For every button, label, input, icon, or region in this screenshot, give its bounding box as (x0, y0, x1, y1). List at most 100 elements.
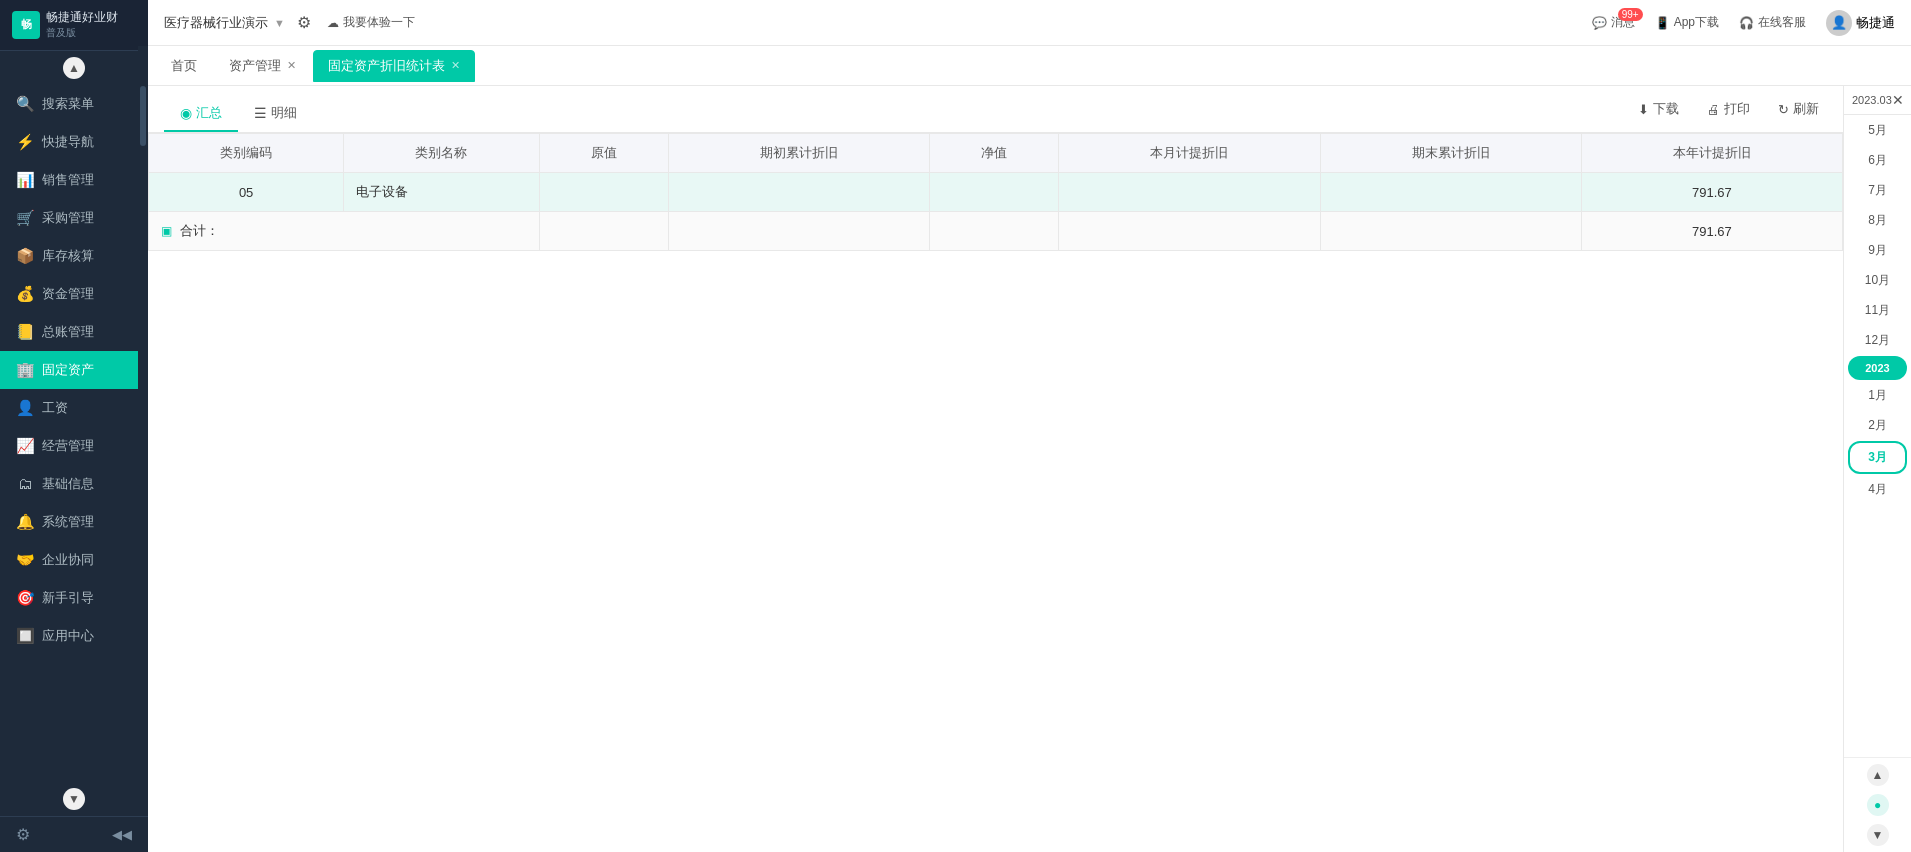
app-download-button[interactable]: 📱 App下载 (1655, 14, 1719, 31)
month-11[interactable]: 11月 (1848, 296, 1907, 325)
month-7[interactable]: 7月 (1848, 176, 1907, 205)
settings-icon[interactable]: ⚙ (16, 825, 30, 844)
refresh-button[interactable]: ↻ 刷新 (1770, 96, 1827, 122)
sidebar-scroll-down[interactable]: ▼ (63, 788, 85, 810)
cell-annual-depreciation: 791.67 (1581, 173, 1842, 212)
sidebar-item-payroll[interactable]: 👤 工资 (0, 389, 148, 427)
detail-icon: ☰ (254, 105, 267, 121)
sidebar-item-system[interactable]: 🔔 系统管理 (0, 503, 148, 541)
sidebar-item-basic-info[interactable]: 🗂 基础信息 (0, 465, 148, 503)
building-icon: 🏢 (16, 361, 34, 379)
topbar: 医疗器械行业演示 ▼ ⚙ ☁ 我要体验一下 💬 消息 99+ 📱 App下载 🎧… (148, 0, 1911, 46)
cell-name: 电子设备 (344, 173, 539, 212)
depreciation-table: 类别编码 类别名称 原值 期初累计折旧 净值 本月计提折旧 期末累计折旧 本年计… (148, 133, 1843, 251)
book-icon: 📒 (16, 323, 34, 341)
page-content: ◉ 汇总 ☰ 明细 ⬇ 下载 🖨 打印 (148, 86, 1843, 852)
panel-scroll-circle[interactable]: ● (1867, 794, 1889, 816)
bell-icon: 🔔 (16, 513, 34, 531)
panel-scroll-down[interactable]: ▼ (1867, 824, 1889, 846)
cloud-icon: ☁ (327, 16, 339, 30)
sidebar-item-ledger[interactable]: 📒 总账管理 (0, 313, 148, 351)
avatar: 👤 (1826, 10, 1852, 36)
chevron-down-icon: ▼ (274, 17, 285, 29)
sum-initial-depreciation (668, 212, 929, 251)
sidebar-item-operations[interactable]: 📈 经营管理 (0, 427, 148, 465)
handshake-icon: 🤝 (16, 551, 34, 569)
cart-icon: 🛒 (16, 209, 34, 227)
month-9[interactable]: 9月 (1848, 236, 1907, 265)
sidebar-item-fixed-assets[interactable]: 🏢 固定资产 (0, 351, 148, 389)
tabbar: 首页 资产管理 ✕ 固定资产折旧统计表 ✕ (148, 46, 1911, 86)
download-icon: 📱 (1655, 16, 1670, 30)
month-10[interactable]: 10月 (1848, 266, 1907, 295)
panel-scroll-up[interactable]: ▲ (1867, 764, 1889, 786)
sidebar-item-sales[interactable]: 📊 销售管理 (0, 161, 148, 199)
cell-code: 05 (149, 173, 344, 212)
folder-icon: 🗂 (16, 475, 34, 492)
sidebar-item-finance[interactable]: 💰 资金管理 (0, 275, 148, 313)
sidebar-item-quick-nav[interactable]: ⚡ 快捷导航 (0, 123, 148, 161)
messages-button[interactable]: 💬 消息 99+ (1592, 14, 1635, 31)
message-icon: 💬 (1592, 16, 1607, 30)
download-button[interactable]: ⬇ 下载 (1630, 96, 1687, 122)
sidebar-item-purchase[interactable]: 🛒 采购管理 (0, 199, 148, 237)
collapse-icon[interactable]: ◀◀ (112, 827, 132, 842)
user-menu[interactable]: 👤 畅捷通 (1826, 10, 1895, 36)
sidebar-item-search[interactable]: 🔍 搜索菜单 (0, 85, 148, 123)
lightning-icon: ⚡ (16, 133, 34, 151)
summary-icon: ◉ (180, 105, 192, 121)
box-icon: 📦 (16, 247, 34, 265)
date-panel: 2023.03 ✕ ⤢ 5月 6月 7月 8月 9月 10月 11月 12月 2… (1843, 86, 1911, 852)
cell-net-value (930, 173, 1059, 212)
month-12[interactable]: 12月 (1848, 326, 1907, 355)
company-selector[interactable]: 医疗器械行业演示 ▼ (164, 14, 285, 32)
sidebar-item-guide[interactable]: 🎯 新手引导 (0, 579, 148, 617)
print-button[interactable]: 🖨 打印 (1699, 96, 1758, 122)
download-icon: ⬇ (1638, 102, 1649, 117)
customer-service-button[interactable]: 🎧 在线客服 (1739, 14, 1806, 31)
sidebar-brand: 畅捷通好业财 (46, 10, 118, 26)
sidebar-scroll-up[interactable]: ▲ (63, 57, 85, 79)
sum-end-depreciation (1320, 212, 1581, 251)
month-8[interactable]: 8月 (1848, 206, 1907, 235)
sidebar-item-inventory[interactable]: 📦 库存核算 (0, 237, 148, 275)
tab-close-depreciation[interactable]: ✕ (451, 59, 460, 72)
month-2[interactable]: 2月 (1848, 411, 1907, 440)
sidebar-item-cooperation[interactable]: 🤝 企业协同 (0, 541, 148, 579)
col-name: 类别名称 (344, 134, 539, 173)
main-area: 医疗器械行业演示 ▼ ⚙ ☁ 我要体验一下 💬 消息 99+ 📱 App下载 🎧… (148, 0, 1911, 852)
sum-net-value (930, 212, 1059, 251)
col-monthly-depreciation: 本月计提折旧 (1059, 134, 1320, 173)
tab-depreciation-table[interactable]: 固定资产折旧统计表 ✕ (313, 50, 475, 82)
sum-original-value (539, 212, 668, 251)
topbar-right: 💬 消息 99+ 📱 App下载 🎧 在线客服 👤 畅捷通 (1592, 10, 1895, 36)
sidebar-item-app-center[interactable]: 🔲 应用中心 (0, 617, 148, 655)
sidebar-menu: 🔍 搜索菜单 ⚡ 快捷导航 📊 销售管理 🛒 采购管理 📦 库存核算 💰 资金管… (0, 85, 148, 782)
col-annual-depreciation: 本年计提折旧 (1581, 134, 1842, 173)
col-end-depreciation: 期末累计折旧 (1320, 134, 1581, 173)
col-net-value: 净值 (930, 134, 1059, 173)
sum-annual-depreciation: 791.67 (1581, 212, 1842, 251)
grid-icon: 🔲 (16, 627, 34, 645)
trending-icon: 📈 (16, 437, 34, 455)
month-5[interactable]: 5月 (1848, 116, 1907, 145)
month-1[interactable]: 1月 (1848, 381, 1907, 410)
tab-home[interactable]: 首页 (156, 50, 212, 82)
experience-button[interactable]: ☁ 我要体验一下 (327, 14, 415, 31)
year-2023[interactable]: 2023 (1848, 356, 1907, 380)
sub-tab-summary[interactable]: ◉ 汇总 (164, 96, 238, 132)
panel-close-icon[interactable]: ✕ (1892, 92, 1904, 108)
sidebar-edition: 普及版 (46, 26, 118, 40)
month-6[interactable]: 6月 (1848, 146, 1907, 175)
sidebar-footer: ⚙ ◀◀ (0, 816, 148, 852)
cell-original-value (539, 173, 668, 212)
month-4[interactable]: 4月 (1848, 475, 1907, 504)
cell-end-depreciation (1320, 173, 1581, 212)
tab-asset-management[interactable]: 资产管理 ✕ (214, 50, 311, 82)
table-container: 类别编码 类别名称 原值 期初累计折旧 净值 本月计提折旧 期末累计折旧 本年计… (148, 133, 1843, 251)
month-3-active[interactable]: 3月 (1848, 441, 1907, 474)
sub-tab-detail[interactable]: ☰ 明细 (238, 96, 313, 132)
tab-close-asset-management[interactable]: ✕ (287, 59, 296, 72)
table-row[interactable]: 05 电子设备 791.67 (149, 173, 1843, 212)
topbar-settings-icon[interactable]: ⚙ (297, 13, 311, 32)
